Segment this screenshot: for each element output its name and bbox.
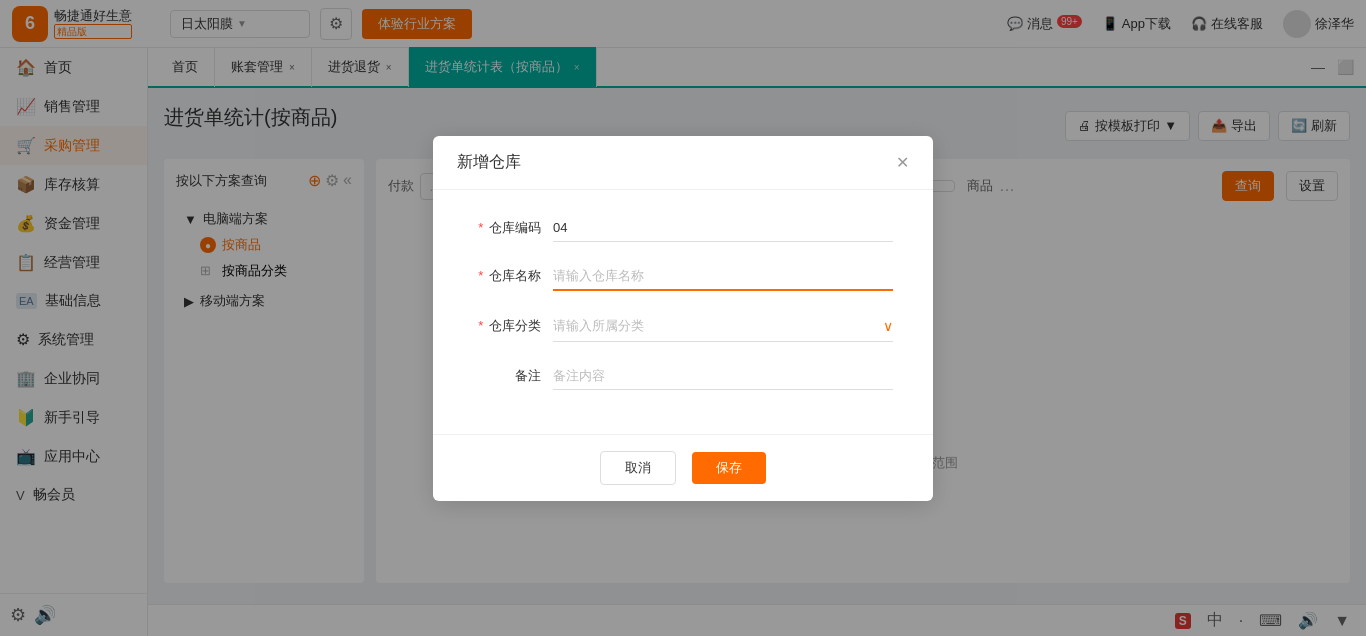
form-row-remark: 备注 — [473, 362, 893, 390]
remark-label: 备注 — [473, 367, 553, 385]
remark-input[interactable] — [553, 362, 893, 390]
dialog-footer: 取消 保存 — [433, 434, 933, 501]
dialog-title: 新增仓库 — [457, 152, 521, 173]
form-row-category: * 仓库分类 请输入所属分类 ∨ — [473, 311, 893, 342]
modal-overlay[interactable]: 新增仓库 ✕ * 仓库编码 * 仓库名称 — [0, 0, 1366, 636]
code-required-mark: * — [478, 220, 483, 235]
form-row-code: * 仓库编码 — [473, 214, 893, 242]
name-label: * 仓库名称 — [473, 267, 553, 285]
name-required-mark: * — [478, 268, 483, 283]
dialog-header: 新增仓库 ✕ — [433, 136, 933, 190]
category-placeholder: 请输入所属分类 — [553, 317, 644, 335]
name-input[interactable] — [553, 262, 893, 291]
cancel-button[interactable]: 取消 — [600, 451, 676, 485]
new-warehouse-dialog: 新增仓库 ✕ * 仓库编码 * 仓库名称 — [433, 136, 933, 501]
category-label: * 仓库分类 — [473, 317, 553, 335]
save-button[interactable]: 保存 — [692, 452, 766, 484]
category-required-mark: * — [478, 318, 483, 333]
code-label: * 仓库编码 — [473, 219, 553, 237]
form-row-name: * 仓库名称 — [473, 262, 893, 291]
category-dropdown-arrow: ∨ — [883, 318, 893, 334]
dialog-close-btn[interactable]: ✕ — [896, 153, 909, 172]
category-select[interactable]: 请输入所属分类 ∨ — [553, 311, 893, 342]
dialog-body: * 仓库编码 * 仓库名称 * 仓库分类 请输入所属 — [433, 190, 933, 434]
code-input[interactable] — [553, 214, 893, 242]
